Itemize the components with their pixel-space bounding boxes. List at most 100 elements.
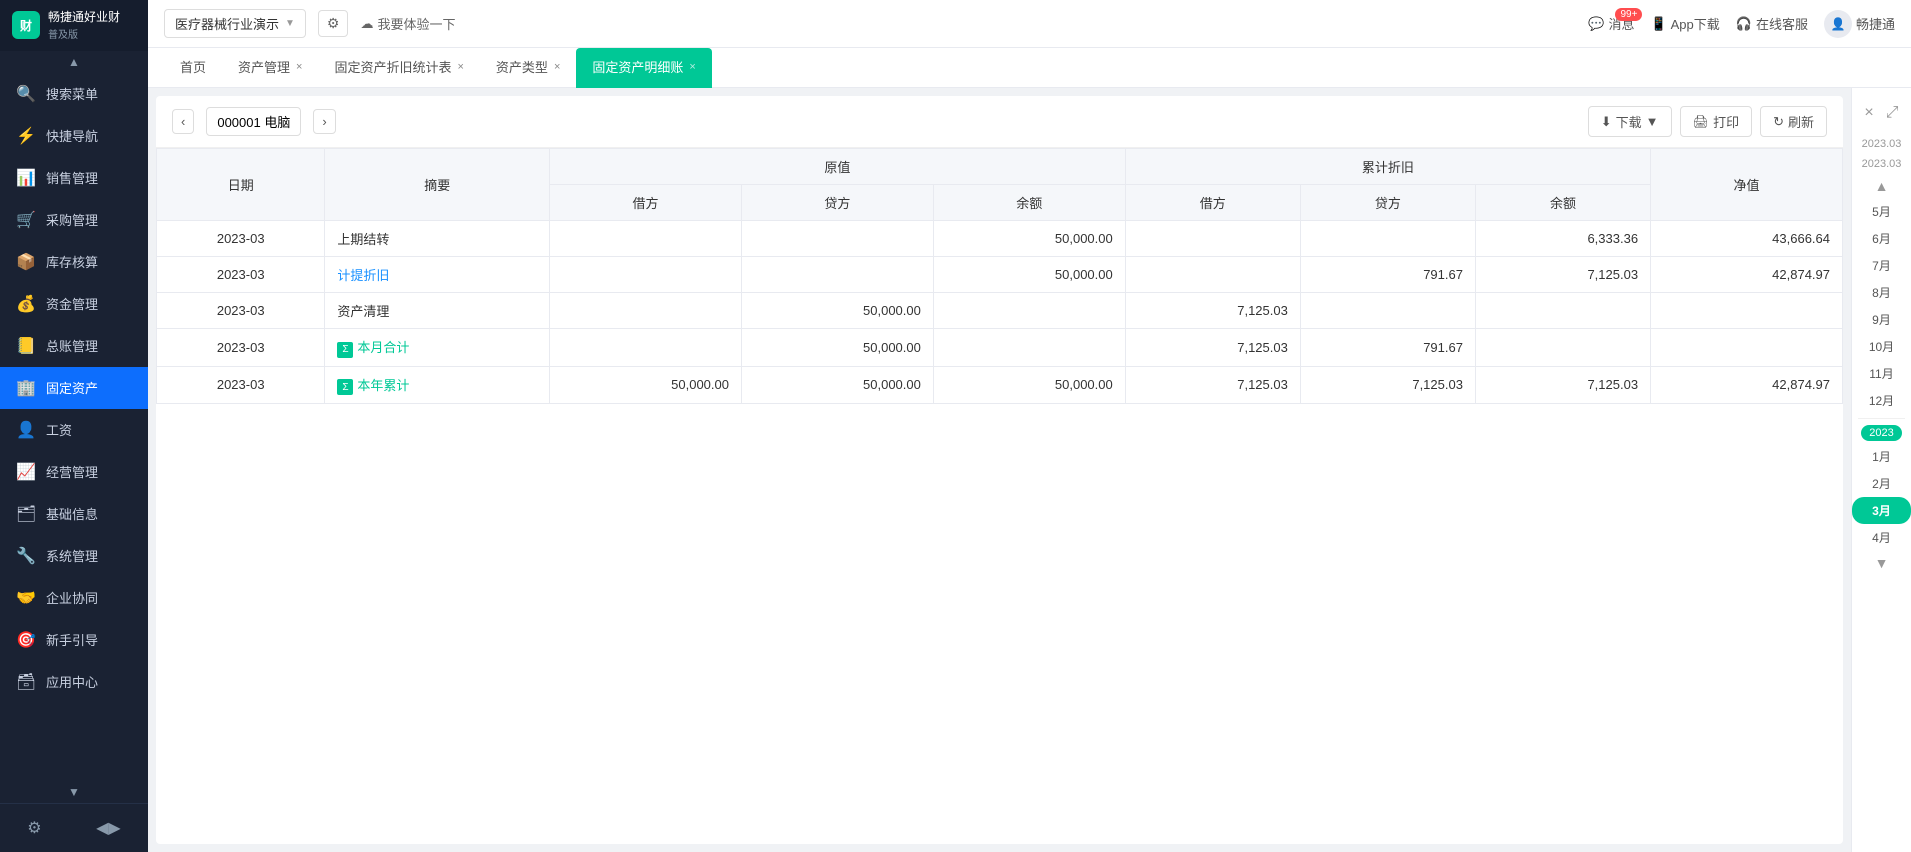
company-selector[interactable]: 医疗器械行业演示 ▼ [164,9,306,38]
timeline-year-top: 2023.03 [1852,134,1911,154]
timeline-month-12[interactable]: 12月 [1852,387,1911,414]
cell-date: 2023-03 [157,293,325,329]
tab-home[interactable]: 首页 [164,48,222,88]
message-icon: 💬 [1588,16,1604,32]
sidebar-item-cooperation[interactable]: 🤝 企业协同 [0,577,148,619]
cell-orig-balance [933,329,1125,367]
asset-detail-table: 日期 摘要 原值 累计折旧 净值 借方 贷方 余额 借方 贷方 余额 [156,148,1843,404]
sales-icon: 📊 [16,168,36,188]
table-row: 2023-03 计提折旧 50,000.00 791.67 7,125.03 4… [157,257,1843,293]
cloud-icon: ☁ [360,16,373,32]
next-asset-button[interactable]: › [313,109,335,134]
message-action[interactable]: 💬 消息 99+ [1588,14,1634,33]
sidebar-item-fixed-assets[interactable]: 🏢 固定资产 [0,367,148,409]
cell-net-value: 43,666.64 [1651,221,1843,257]
cell-orig-debit: 50,000.00 [550,366,742,404]
cell-orig-credit: 50,000.00 [741,293,933,329]
sidebar-item-payroll[interactable]: 👤 工资 [0,409,148,451]
cell-orig-balance: 50,000.00 [933,221,1125,257]
download-arrow-icon: ▼ [1646,114,1659,129]
col-dep-credit: 贷方 [1300,185,1475,221]
timeline-month-5[interactable]: 5月 [1852,198,1911,225]
timeline-down-arrow[interactable]: ▼ [1871,551,1893,575]
download-icon: 📱 [1650,16,1666,32]
basic-info-icon: 🗂 [16,504,36,524]
sidebar-item-guide[interactable]: 🎯 新手引导 [0,619,148,661]
timeline-month-7[interactable]: 7月 [1852,252,1911,279]
sidebar-item-inventory[interactable]: 📦 库存核算 [0,241,148,283]
sidebar-item-system[interactable]: 🔧 系统管理 [0,535,148,577]
timeline-month-3[interactable]: 3月 [1852,497,1911,524]
sidebar-logo: 财 畅捷通好业财 普及版 [0,0,148,51]
sidebar-nav: 🔍 搜索菜单 ⚡ 快捷导航 📊 销售管理 🛒 采购管理 📦 库存核算 💰 资金管… [0,73,148,781]
table-row: 2023-03 Σ本月合计 50,000.00 7,125.03 791.67 [157,329,1843,367]
timeline-month-2[interactable]: 2月 [1852,470,1911,497]
tab-asset-detail-close[interactable]: × [689,61,695,73]
logo-icon: 财 [12,11,40,39]
logo-text: 畅捷通好业财 普及版 [48,10,120,41]
sidebar-item-operations[interactable]: 📈 经营管理 [0,451,148,493]
experience-button[interactable]: ☁ 我要体验一下 [360,14,455,33]
sidebar-scroll-down[interactable]: ▼ [0,781,148,803]
company-settings-button[interactable]: ⚙ [318,10,349,37]
company-name: 医疗器械行业演示 [175,14,279,33]
app-download-action[interactable]: 📱 App下载 [1650,14,1719,33]
cell-net-value [1651,329,1843,367]
collapse-button[interactable]: ◀▶ [86,812,131,844]
sidebar-item-basic-info[interactable]: 🗂 基础信息 [0,493,148,535]
sidebar-item-search[interactable]: 🔍 搜索菜单 [0,73,148,115]
settings-button[interactable]: ⚙ [17,812,51,844]
cell-orig-debit [550,257,742,293]
tab-asset-detail[interactable]: 固定资产明细账 × [576,48,711,88]
timeline-expand-button[interactable]: ⤢ [1882,100,1903,126]
print-button[interactable]: 🖨 打印 [1680,106,1753,137]
timeline-up-arrow[interactable]: ▲ [1871,174,1893,198]
timeline-month-1[interactable]: 1月 [1852,443,1911,470]
tab-depreciation-table[interactable]: 固定资产折旧统计表 × [318,48,479,88]
timeline-month-9[interactable]: 9月 [1852,306,1911,333]
sidebar-item-purchase[interactable]: 🛒 采购管理 [0,199,148,241]
col-original-value: 原值 [550,149,1126,185]
cell-net-value: 42,874.97 [1651,366,1843,404]
tabs-bar: 首页 资产管理 × 固定资产折旧统计表 × 资产类型 × 固定资产明细账 × [148,48,1911,88]
timeline-month-8[interactable]: 8月 [1852,279,1911,306]
sidebar-bottom: ⚙ ◀▶ [0,803,148,852]
timeline-month-4[interactable]: 4月 [1852,524,1911,551]
sidebar-item-app-center[interactable]: 🗃 应用中心 [0,661,148,703]
cell-dep-debit: 7,125.03 [1125,366,1300,404]
timeline-header: × ⤢ [1860,96,1902,134]
cell-summary: Σ本年累计 [325,366,550,404]
content-toolbar: ‹ 000001 电脑 › ⬇ 下载 ▼ 🖨 打印 ↻ 刷新 [156,96,1843,148]
tab-depreciation-table-close[interactable]: × [457,61,463,73]
tab-asset-mgmt-close[interactable]: × [296,61,302,73]
tab-asset-type-close[interactable]: × [554,61,560,73]
prev-asset-button[interactable]: ‹ [172,109,194,134]
refresh-button[interactable]: ↻ 刷新 [1760,106,1827,137]
timeline-month-10[interactable]: 10月 [1852,333,1911,360]
cell-dep-credit [1300,293,1475,329]
timeline-close-button[interactable]: × [1860,100,1877,126]
user-profile[interactable]: 👤 畅捷通 [1824,10,1895,38]
table-row: 2023-03 上期结转 50,000.00 6,333.36 43,666.6… [157,221,1843,257]
cell-dep-credit [1300,221,1475,257]
col-original-debit: 借方 [550,185,742,221]
sidebar-item-finance[interactable]: 💰 资金管理 [0,283,148,325]
sidebar-scroll-up[interactable]: ▲ [0,51,148,73]
tab-asset-type[interactable]: 资产类型 × [480,48,576,88]
cell-dep-balance: 7,125.03 [1475,257,1650,293]
download-button[interactable]: ⬇ 下载 ▼ [1588,106,1672,137]
col-accumulated-dep: 累计折旧 [1125,149,1650,185]
timeline-panel: × ⤢ 2023.03 2023.03 ▲ 5月 6月 7月 8月 9月 10月… [1851,88,1911,852]
timeline-month-6[interactable]: 6月 [1852,225,1911,252]
cell-date: 2023-03 [157,329,325,367]
sidebar-item-quick-nav[interactable]: ⚡ 快捷导航 [0,115,148,157]
payroll-icon: 👤 [16,420,36,440]
sidebar-item-ledger[interactable]: 📒 总账管理 [0,325,148,367]
customer-service-action[interactable]: 🎧 在线客服 [1736,14,1808,33]
timeline-month-11[interactable]: 11月 [1852,360,1911,387]
sidebar-item-sales[interactable]: 📊 销售管理 [0,157,148,199]
tab-asset-mgmt[interactable]: 资产管理 × [222,48,318,88]
cell-orig-credit [741,221,933,257]
cell-dep-debit [1125,221,1300,257]
ledger-icon: 📒 [16,336,36,356]
